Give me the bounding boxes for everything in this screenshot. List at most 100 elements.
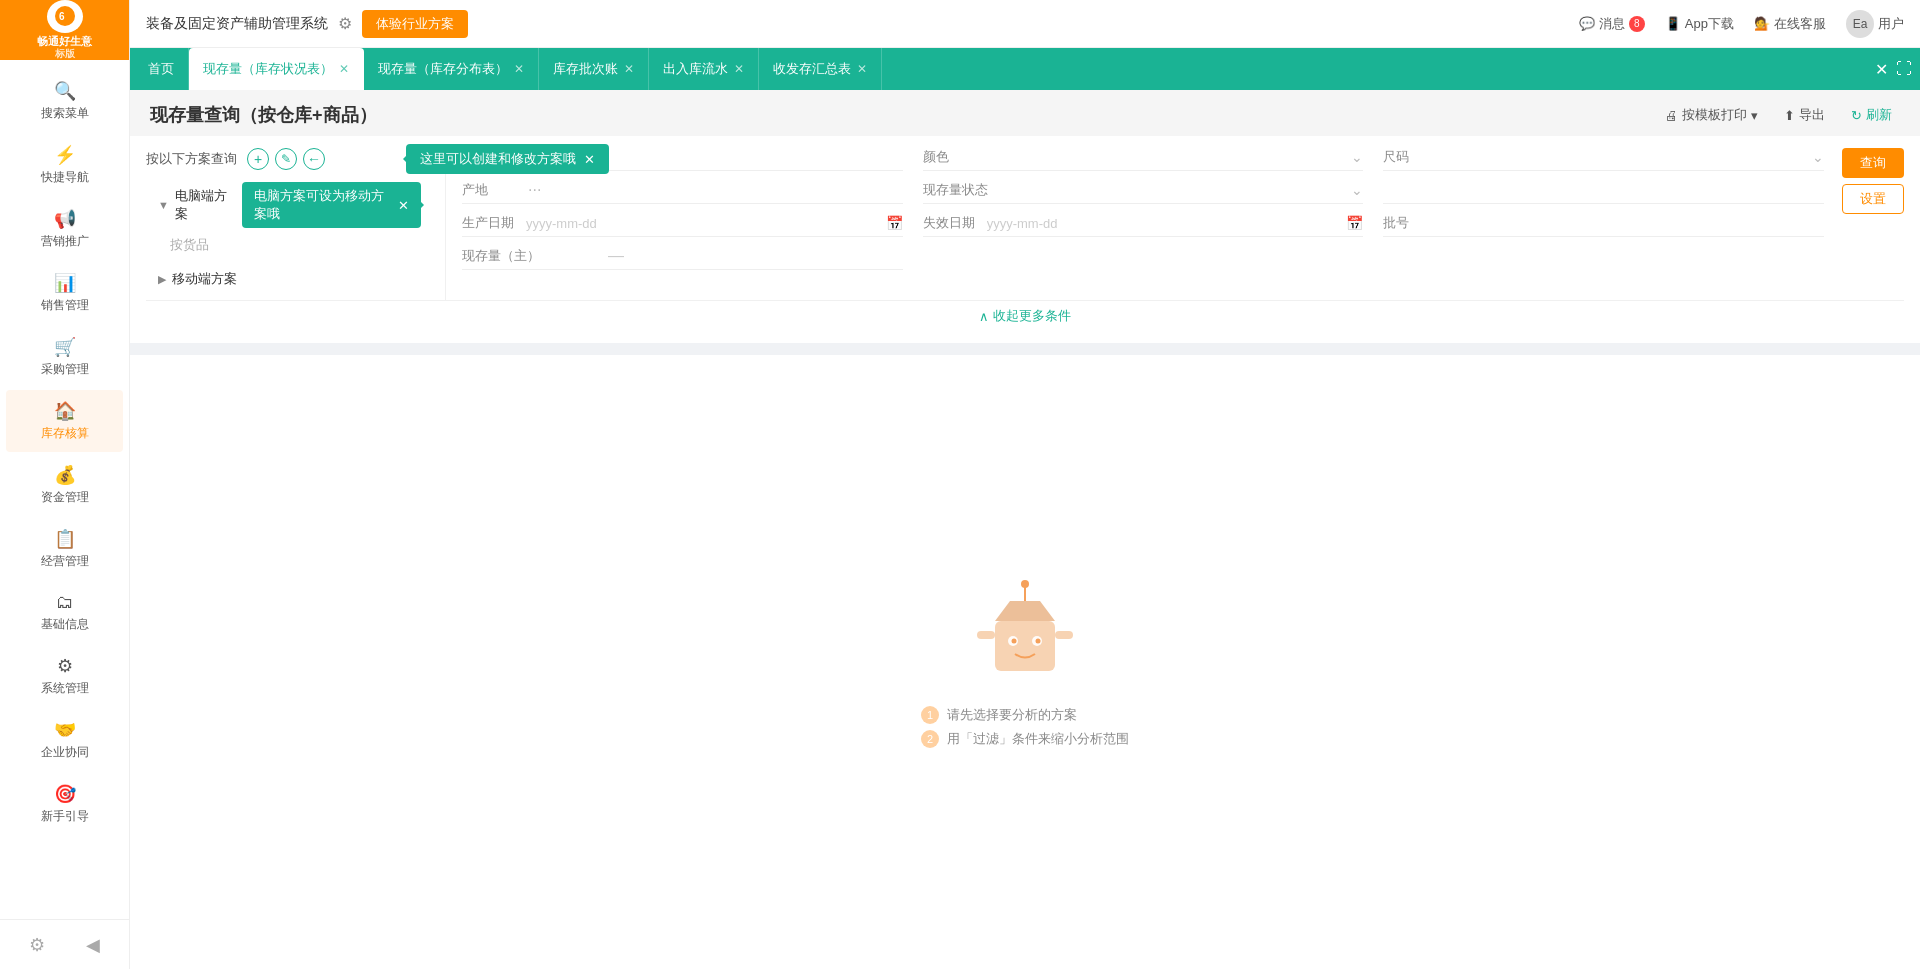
sidebar-item-basic[interactable]: 🗂 基础信息 xyxy=(6,582,123,643)
size-label: 尺码 xyxy=(1383,148,1443,166)
refresh-button[interactable]: ↻ 刷新 xyxy=(1843,102,1900,128)
exp-date-input[interactable] xyxy=(987,216,1343,231)
filter-field-color: 颜色 ⌄ xyxy=(923,148,1364,171)
batch-no-input[interactable] xyxy=(1449,216,1824,231)
filter-field-batch-no: 批号 xyxy=(1383,214,1824,237)
tab-batch[interactable]: 库存批次账 ✕ xyxy=(539,48,649,90)
app-download-label: App下载 xyxy=(1685,15,1734,33)
sidebar-item-label: 库存核算 xyxy=(41,425,89,442)
print-icon: 🖨 xyxy=(1665,108,1678,123)
sidebar-item-finance[interactable]: 💰 资金管理 xyxy=(6,454,123,516)
page-header: 现存量查询（按仓库+商品） 🖨 按模板打印 ▾ ⬆ 导出 ↻ 刷新 xyxy=(130,90,1920,136)
collapse-bar[interactable]: ∧ 收起更多条件 xyxy=(146,300,1904,331)
prod-date-input[interactable] xyxy=(526,216,882,231)
sidebar-item-marketing[interactable]: 📢 营销推广 xyxy=(6,198,123,260)
search-button[interactable]: 查询 xyxy=(1842,148,1904,178)
print-button[interactable]: 🖨 按模板打印 ▾ xyxy=(1657,102,1766,128)
chevron-down-icon: ▼ xyxy=(158,199,169,211)
qty-label: 现存量（主） xyxy=(462,247,540,265)
reset-button[interactable]: 设置 xyxy=(1842,184,1904,214)
svg-point-0 xyxy=(55,6,75,26)
sidebar-item-purchase[interactable]: 🛒 采购管理 xyxy=(6,326,123,388)
add-scheme-button[interactable]: + xyxy=(247,148,269,170)
svg-rect-2 xyxy=(995,621,1055,671)
size-chevron-icon[interactable]: ⌄ xyxy=(1812,149,1824,165)
tab-inout[interactable]: 出入库流水 ✕ xyxy=(649,48,759,90)
sidebar-item-guide[interactable]: 🎯 新手引导 xyxy=(6,773,123,835)
arrow-scheme-button[interactable]: ← xyxy=(303,148,325,170)
collab-icon: 🤝 xyxy=(54,719,76,741)
status-chevron-icon[interactable]: ⌄ xyxy=(1351,182,1363,198)
scheme-mobile-label: 移动端方案 xyxy=(172,270,237,288)
tab-close-icon[interactable]: ✕ xyxy=(624,62,634,76)
fullscreen-icon[interactable]: ⛶ xyxy=(1896,60,1912,78)
tabs-actions: ✕ ⛶ xyxy=(1875,60,1920,79)
tip-text-1: 请先选择要分析的方案 xyxy=(947,706,1077,724)
sidebar-logo-text: 畅通好生意 标版 xyxy=(37,35,92,60)
tab-summary[interactable]: 收发存汇总表 ✕ xyxy=(759,48,882,90)
system-name: 装备及固定资产辅助管理系统 xyxy=(146,15,328,33)
nav-icon: ⚡ xyxy=(54,144,76,166)
qty-max-input[interactable] xyxy=(628,249,688,264)
tip-text-2: 用「过滤」条件来缩小分析范围 xyxy=(947,730,1129,748)
sidebar-item-sales[interactable]: 📊 销售管理 xyxy=(6,262,123,324)
empty-illustration xyxy=(965,576,1085,690)
scheme-group-mobile-header[interactable]: ▶ 移动端方案 xyxy=(146,266,433,292)
tab-inventory-status[interactable]: 现存量（库存状况表） ✕ xyxy=(189,48,364,90)
prod-date-label: 生产日期 xyxy=(462,214,522,232)
user-label: 用户 xyxy=(1878,15,1904,33)
sidebar: 6 畅通好生意 标版 🔍 搜索菜单 ⚡ 快捷导航 📢 营销推广 📊 销售管理 🛒… xyxy=(0,0,130,969)
page-actions: 🖨 按模板打印 ▾ ⬆ 导出 ↻ 刷新 xyxy=(1657,102,1900,128)
create-scheme-tooltip: 这里可以创建和修改方案哦 ✕ xyxy=(406,144,609,174)
tab-close-icon[interactable]: ✕ xyxy=(339,62,349,76)
status-label: 现存量状态 xyxy=(923,181,988,199)
message-icon: 💬 xyxy=(1579,16,1595,31)
settings-gear-icon[interactable]: ⚙ xyxy=(338,14,352,33)
svg-rect-10 xyxy=(1055,631,1073,639)
chevron-down-icon[interactable]: ⌄ xyxy=(1351,149,1363,165)
exp-calendar-icon[interactable]: 📅 xyxy=(1346,215,1363,231)
page-title: 现存量查询（按仓库+商品） xyxy=(150,103,377,127)
tab-inventory-dist[interactable]: 现存量（库存分布表） ✕ xyxy=(364,48,539,90)
sidebar-item-operations[interactable]: 📋 经营管理 xyxy=(6,518,123,580)
sidebar-item-search[interactable]: 🔍 搜索菜单 xyxy=(6,70,123,132)
scheme-button[interactable]: 体验行业方案 xyxy=(362,10,468,38)
desktop-tooltip-close[interactable]: ✕ xyxy=(398,198,409,213)
edit-scheme-button[interactable]: ✎ xyxy=(275,148,297,170)
tab-close-icon[interactable]: ✕ xyxy=(514,62,524,76)
finance-icon: 💰 xyxy=(54,464,76,486)
tooltip-text: 这里可以创建和修改方案哦 xyxy=(420,150,576,168)
qty-min-input[interactable] xyxy=(544,249,604,264)
filter-field-size: 尺码 ⌄ xyxy=(1383,148,1824,171)
scheme-group-desktop-header[interactable]: ▼ 电脑端方案 电脑方案可设为移动方案哦 ✕ xyxy=(146,178,433,232)
app-download-item[interactable]: 📱 App下载 xyxy=(1665,15,1734,33)
message-item[interactable]: 💬 消息 8 xyxy=(1579,15,1645,33)
settings-icon[interactable]: ⚙ xyxy=(29,934,45,956)
scheme-group-desktop: ▼ 电脑端方案 电脑方案可设为移动方案哦 ✕ 按货品 xyxy=(146,178,433,258)
sidebar-item-label: 销售管理 xyxy=(41,297,89,314)
user-item[interactable]: Ea 用户 xyxy=(1846,10,1904,38)
support-item[interactable]: 💁 在线客服 xyxy=(1754,15,1826,33)
export-button[interactable]: ⬆ 导出 xyxy=(1776,102,1833,128)
filter-field-exp-date: 失效日期 📅 xyxy=(923,214,1364,237)
sidebar-item-label: 系统管理 xyxy=(41,680,89,697)
refresh-icon: ↻ xyxy=(1851,108,1862,123)
chevron-right-icon: ▶ xyxy=(158,273,166,286)
origin-dots-icon[interactable]: ··· xyxy=(528,181,541,199)
tab-close-icon[interactable]: ✕ xyxy=(857,62,867,76)
tab-close-icon[interactable]: ✕ xyxy=(734,62,744,76)
scheme-list-item[interactable]: 按货品 xyxy=(146,232,433,258)
collapse-sidebar-icon[interactable]: ◀ xyxy=(86,934,100,956)
search-icon: 🔍 xyxy=(54,80,76,102)
sidebar-item-inventory[interactable]: 🏠 库存核算 xyxy=(6,390,123,452)
sidebar-item-nav[interactable]: ⚡ 快捷导航 xyxy=(6,134,123,196)
tab-inventory-status-label: 现存量（库存状况表） xyxy=(203,60,333,78)
tab-home[interactable]: 首页 xyxy=(134,48,189,90)
sidebar-item-system[interactable]: ⚙ 系统管理 xyxy=(6,645,123,707)
sidebar-item-collab[interactable]: 🤝 企业协同 xyxy=(6,709,123,771)
tooltip-close-icon[interactable]: ✕ xyxy=(584,152,595,167)
filter-field-prod-date: 生产日期 📅 xyxy=(462,214,903,237)
calendar-icon[interactable]: 📅 xyxy=(886,215,903,231)
export-icon: ⬆ xyxy=(1784,108,1795,123)
close-all-tabs-icon[interactable]: ✕ xyxy=(1875,60,1888,79)
